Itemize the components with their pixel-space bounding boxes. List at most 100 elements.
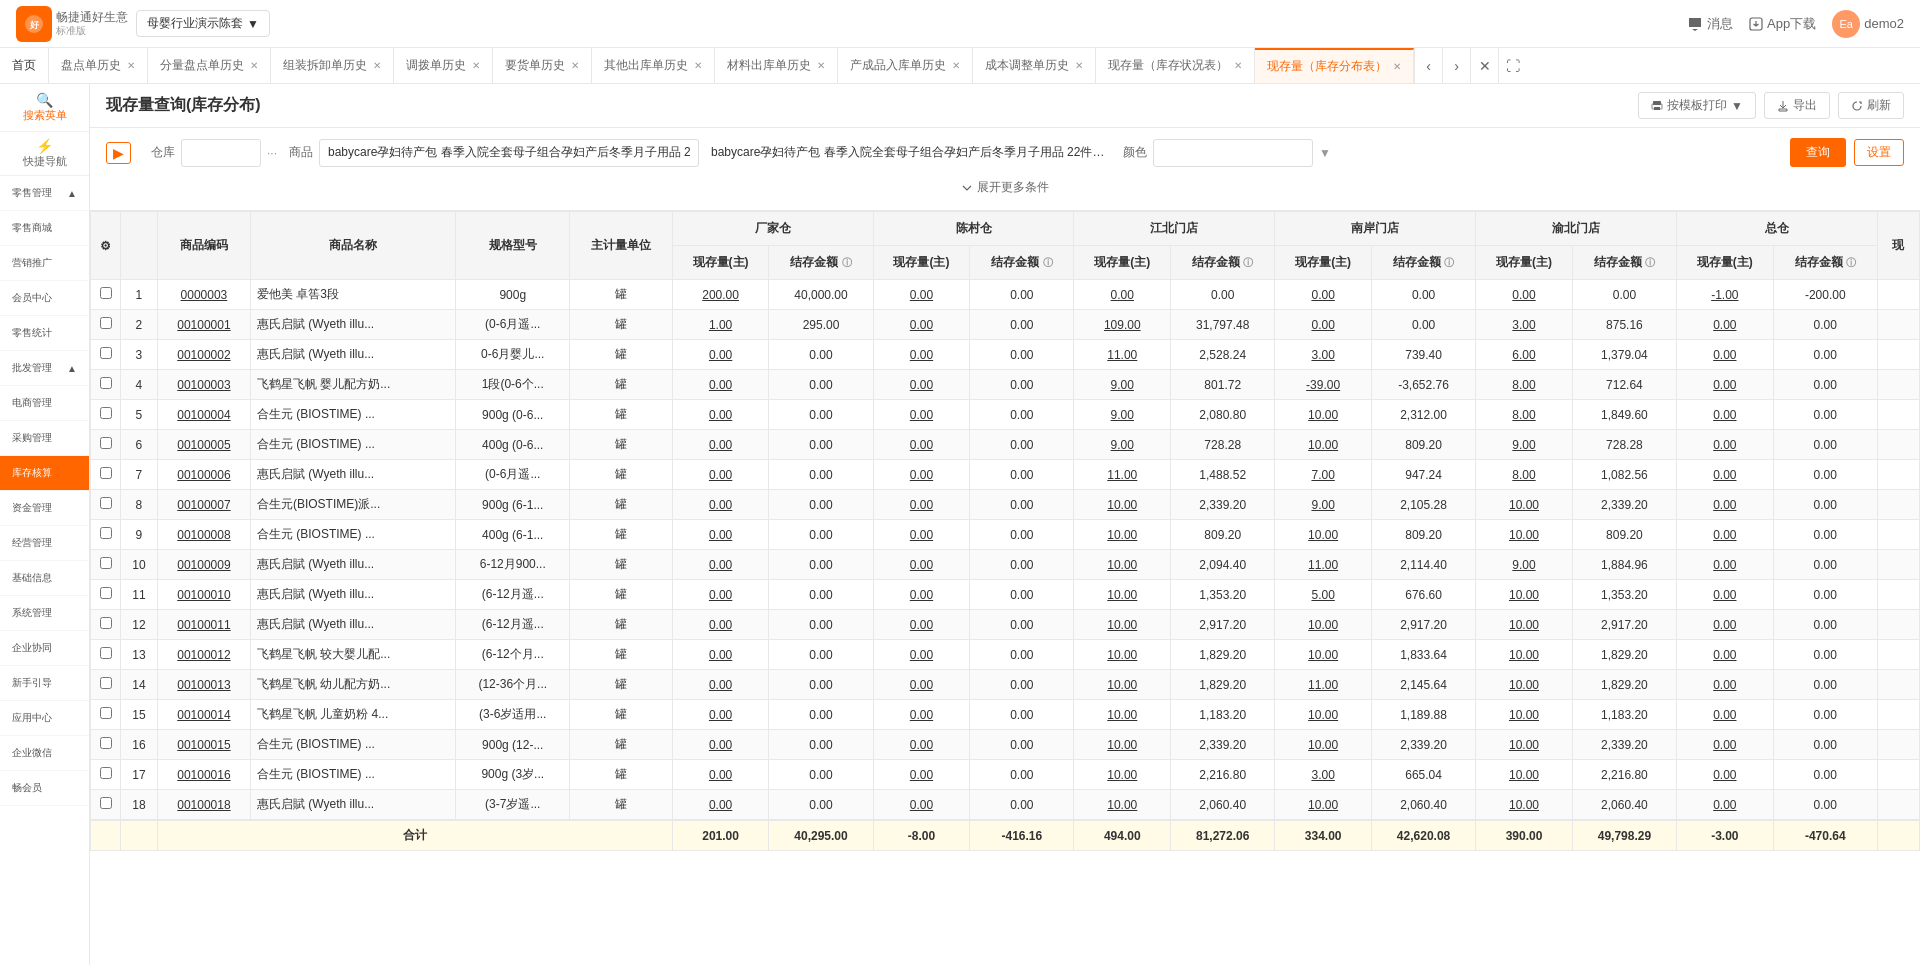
sidebar-item-apps[interactable]: 应用中心 [0, 701, 89, 736]
sidebar-item-retail-mgmt[interactable]: 零售管理 ▲ [0, 176, 89, 211]
footer-zc-qty: -3.00 [1676, 820, 1773, 851]
row-check[interactable] [91, 280, 121, 310]
na-qty: 0.00 [1275, 280, 1372, 310]
sidebar-item-operation[interactable]: 经营管理 [0, 526, 89, 561]
tab-fenpan[interactable]: 分量盘点单历史 ✕ [148, 48, 271, 84]
sidebar-item-enterprise[interactable]: 企业协同 [0, 631, 89, 666]
gear-icon[interactable]: ⚙ [100, 239, 111, 253]
print-btn[interactable]: 按模板打印 ▼ [1638, 92, 1756, 119]
row-check[interactable] [91, 640, 121, 670]
refresh-btn[interactable]: 刷新 [1838, 92, 1904, 119]
sidebar-item-member[interactable]: 会员中心 [0, 281, 89, 316]
table-wrapper[interactable]: ⚙ 商品编码 商品名称 规格型号 主计量单位 厂家仓 陈村仓 江北门店 南岸门店… [90, 211, 1920, 965]
cj-amt: 0.00 [769, 400, 873, 430]
tab-home[interactable]: 首页 [0, 48, 49, 84]
more [1877, 610, 1919, 640]
warehouse-more-btn[interactable]: ··· [267, 146, 277, 160]
color-input[interactable] [1153, 139, 1313, 167]
tab-zuhe[interactable]: 组装拆卸单历史 ✕ [271, 48, 394, 84]
row-check[interactable] [91, 730, 121, 760]
close-icon[interactable]: ✕ [1234, 60, 1242, 71]
sidebar-item-marketing[interactable]: 营销推广 [0, 246, 89, 281]
na-qty: 11.00 [1275, 550, 1372, 580]
toggle-btn[interactable]: ▶ [106, 142, 131, 164]
tab-close-all-btn[interactable]: ✕ [1470, 48, 1498, 84]
sidebar-item-retail-mall[interactable]: 零售商城 [0, 211, 89, 246]
close-icon[interactable]: ✕ [952, 60, 960, 71]
sidebar-item-inventory[interactable]: 库存核算 [0, 456, 89, 491]
tab-diaobo[interactable]: 调拨单历史 ✕ [394, 48, 493, 84]
row-check[interactable] [91, 760, 121, 790]
sidebar-item-system[interactable]: 系统管理 [0, 596, 89, 631]
tab-cailiao[interactable]: 材料出库单历史 ✕ [715, 48, 838, 84]
row-check[interactable] [91, 340, 121, 370]
close-icon[interactable]: ✕ [571, 60, 579, 71]
close-icon[interactable]: ✕ [1075, 60, 1083, 71]
zc-qty: 0.00 [1676, 580, 1773, 610]
sidebar-item-members[interactable]: 畅会员 [0, 771, 89, 806]
sidebar-item-basic[interactable]: 基础信息 [0, 561, 89, 596]
filter-area: ▶ 仓库 ··· 商品 babycare孕妇待产包 春季入院全套母子组合孕妇产后… [90, 128, 1920, 211]
row-check[interactable] [91, 550, 121, 580]
row-check[interactable] [91, 400, 121, 430]
jb-qty: 10.00 [1074, 700, 1171, 730]
row-check[interactable] [91, 520, 121, 550]
tab-qita[interactable]: 其他出库单历史 ✕ [592, 48, 715, 84]
cc-amt: 0.00 [970, 460, 1074, 490]
tab-kucun-dist[interactable]: 现存量（库存分布表） ✕ [1255, 48, 1414, 84]
cc-amt: 0.00 [970, 700, 1074, 730]
tab-chengben[interactable]: 成本调整单历史 ✕ [973, 48, 1096, 84]
sidebar-search[interactable]: 🔍 搜索英单 [0, 84, 89, 132]
query-btn[interactable]: 查询 [1790, 138, 1846, 167]
store-selector[interactable]: 母婴行业演示陈套 ▼ [136, 10, 270, 37]
row-check[interactable] [91, 370, 121, 400]
user-info[interactable]: Ea demo2 [1832, 10, 1904, 38]
close-icon[interactable]: ✕ [472, 60, 480, 71]
close-icon[interactable]: ✕ [373, 60, 381, 71]
sidebar-item-purchase[interactable]: 采购管理 [0, 421, 89, 456]
row-check[interactable] [91, 610, 121, 640]
warehouse-input[interactable] [181, 139, 261, 167]
tab-fullscreen-btn[interactable]: ⛶ [1498, 48, 1526, 84]
tab-next-btn[interactable]: › [1442, 48, 1470, 84]
sidebar-item-wxwork[interactable]: 企业微信 [0, 736, 89, 771]
yb-amt: 2,060.40 [1572, 790, 1676, 821]
sidebar-item-guide[interactable]: 新手引导 [0, 666, 89, 701]
svg-rect-5 [1654, 107, 1660, 110]
close-icon[interactable]: ✕ [817, 60, 825, 71]
goods-input[interactable] [319, 139, 699, 167]
tab-prev-btn[interactable]: ‹ [1414, 48, 1442, 84]
row-check[interactable] [91, 310, 121, 340]
tab-kucun-status[interactable]: 现存量（库存状况表） ✕ [1096, 48, 1255, 84]
cj-amt: 0.00 [769, 490, 873, 520]
setting-btn[interactable]: 设置 [1854, 139, 1904, 166]
row-check[interactable] [91, 700, 121, 730]
color-dropdown-icon[interactable]: ▼ [1319, 146, 1331, 160]
sidebar-item-wholesale[interactable]: 批发管理 ▲ [0, 351, 89, 386]
expand-filter-btn[interactable]: 展开更多条件 [953, 175, 1057, 200]
cc-amt: 0.00 [970, 400, 1074, 430]
tab-yaohuo[interactable]: 要货单历史 ✕ [493, 48, 592, 84]
sidebar-item-ecommerce[interactable]: 电商管理 [0, 386, 89, 421]
tab-pandian[interactable]: 盘点单历史 ✕ [49, 48, 148, 84]
row-check[interactable] [91, 490, 121, 520]
sidebar-item-finance[interactable]: 资金管理 [0, 491, 89, 526]
tab-chanpin[interactable]: 产成品入库单历史 ✕ [838, 48, 973, 84]
sidebar-quick-nav[interactable]: ⚡ 快捷导航 [0, 132, 89, 176]
tab-bar: 首页 盘点单历史 ✕ 分量盘点单历史 ✕ 组装拆卸单历史 ✕ 调拨单历史 ✕ 要… [0, 48, 1920, 84]
row-check[interactable] [91, 670, 121, 700]
close-icon[interactable]: ✕ [694, 60, 702, 71]
app-download-btn[interactable]: App下载 [1749, 15, 1816, 33]
row-check[interactable] [91, 790, 121, 821]
close-icon[interactable]: ✕ [1393, 61, 1401, 72]
row-check[interactable] [91, 580, 121, 610]
row-check[interactable] [91, 460, 121, 490]
close-icon[interactable]: ✕ [127, 60, 135, 71]
message-btn[interactable]: 消息 [1687, 15, 1733, 33]
export-btn[interactable]: 导出 [1764, 92, 1830, 119]
row-num: 18 [121, 790, 158, 821]
sidebar-item-retail-stat[interactable]: 零售统计 [0, 316, 89, 351]
row-check[interactable] [91, 430, 121, 460]
close-icon[interactable]: ✕ [250, 60, 258, 71]
jb-qty: 10.00 [1074, 550, 1171, 580]
